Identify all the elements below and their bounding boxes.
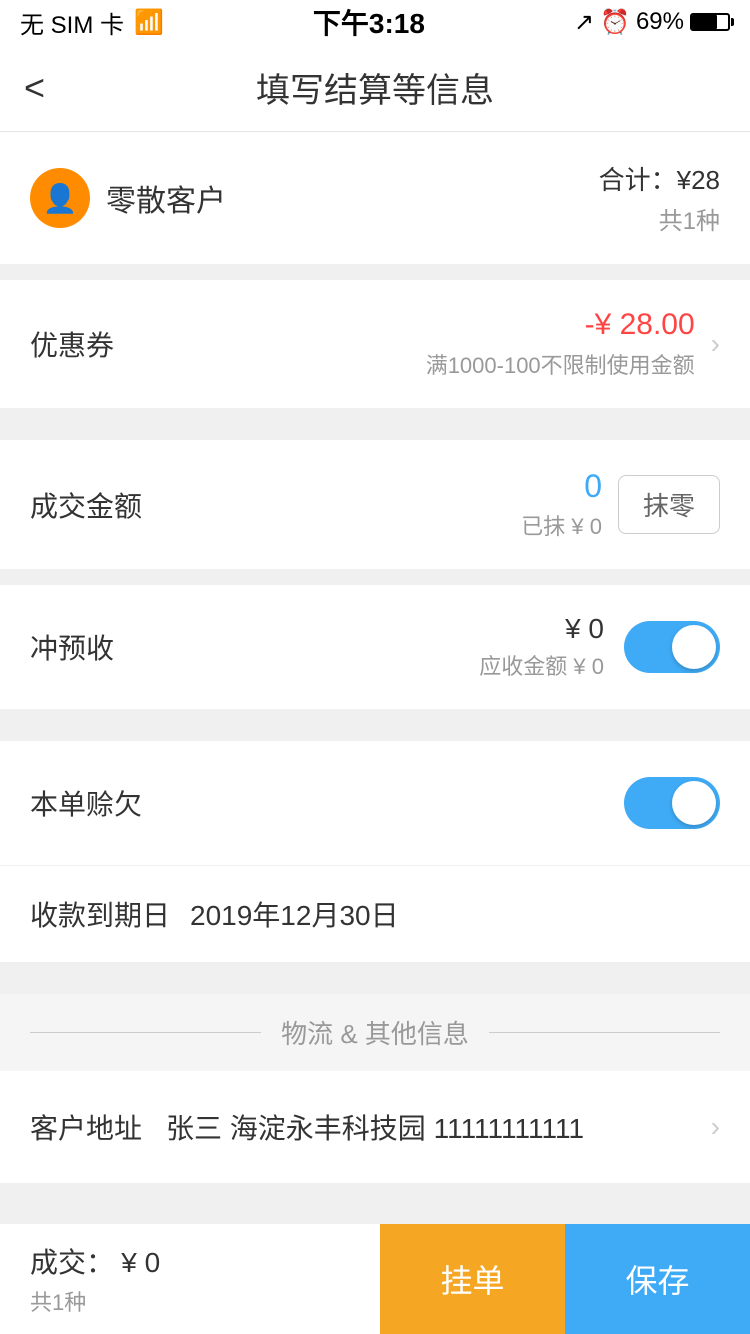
trade-amount-label: 成交金额 [30, 485, 142, 525]
header-line-left [30, 1032, 261, 1033]
bottom-bar: 成交： ¥ 0 共1种 挂单 保存 [0, 1224, 750, 1334]
location-icon: ↗ [574, 8, 594, 37]
customer-section: 👤 零散客户 合计：¥28 共1种 [0, 132, 750, 264]
pre-collect-sub: 应收金额 ¥ 0 [479, 649, 604, 681]
due-date-value: 2019年12月30日 [190, 894, 399, 934]
coupon-right: -¥ 28.00 满1000-100不限制使用金额 › [426, 308, 720, 380]
trade-amount-sub: 已抹 ¥ 0 [521, 509, 602, 541]
customer-name: 零散客户 [106, 176, 226, 220]
back-button[interactable]: < [24, 67, 45, 109]
address-value: 张三 海淀永丰科技园 11111111111 [166, 1107, 711, 1147]
alarm-icon: ⏰ [600, 8, 630, 37]
pre-collect-label: 冲预收 [30, 627, 114, 667]
bottom-trade-text: 成交： [30, 1247, 114, 1278]
divider-1 [0, 424, 750, 440]
debt-toggle[interactable] [624, 777, 720, 829]
pre-collect-amount: ¥ 0 [479, 613, 604, 645]
hang-button[interactable]: 挂单 [380, 1224, 565, 1334]
address-label: 客户地址 [30, 1107, 142, 1147]
coupon-label: 优惠券 [30, 324, 114, 364]
trade-amount-section: 成交金额 0 已抹 ¥ 0 抹零 [0, 440, 750, 569]
signal-text: 无 SIM 卡 [20, 5, 124, 40]
logistics-header-text: 物流 & 其他信息 [281, 1014, 469, 1051]
coupon-amount: -¥ 28.00 [426, 308, 695, 342]
save-button[interactable]: 保存 [565, 1224, 750, 1334]
status-time: 下午3:18 [313, 2, 425, 42]
debt-label: 本单赊欠 [30, 783, 142, 823]
coupon-row[interactable]: 优惠券 -¥ 28.00 满1000-100不限制使用金额 › [0, 280, 750, 408]
divider-3 [0, 978, 750, 994]
round-zero-button[interactable]: 抹零 [618, 475, 720, 534]
address-chevron-icon: › [711, 1111, 720, 1143]
avatar: 👤 [30, 168, 90, 228]
nav-bar: < 填写结算等信息 [0, 44, 750, 132]
due-date-label: 收款到期日 [30, 894, 170, 934]
due-date-row: 收款到期日 2019年12月30日 [0, 866, 750, 962]
status-right: ↗ ⏰ 69% [574, 8, 730, 37]
debt-section: 本单赊欠 收款到期日 2019年12月30日 [0, 741, 750, 962]
address-section: 客户地址 张三 海淀永丰科技园 11111111111 › [0, 1071, 750, 1183]
customer-total: 合计：¥28 共1种 [599, 160, 720, 236]
total-count: 共1种 [599, 201, 720, 236]
status-left: 无 SIM 卡 📶 [20, 5, 164, 40]
total-amount: 合计：¥28 [599, 160, 720, 197]
bottom-trade-value: ¥ 0 [121, 1247, 160, 1278]
coupon-chevron-icon: › [711, 328, 720, 360]
page-title: 填写结算等信息 [256, 63, 494, 112]
coupon-discount-block: -¥ 28.00 满1000-100不限制使用金额 [426, 308, 695, 380]
content: 👤 零散客户 合计：¥28 共1种 优惠券 -¥ 28.00 满1000-100… [0, 132, 750, 1319]
avatar-icon: 👤 [43, 182, 78, 215]
trade-amount-value: 0 [521, 468, 602, 505]
debt-toggle-knob [672, 781, 716, 825]
toggle-knob [672, 625, 716, 669]
divider-2 [0, 725, 750, 741]
bottom-count: 共1种 [30, 1285, 350, 1317]
trade-amount-block: 0 已抹 ¥ 0 [521, 468, 602, 541]
pre-collect-right: ¥ 0 应收金额 ¥ 0 [479, 613, 720, 681]
customer-info: 👤 零散客户 [30, 168, 226, 228]
address-row[interactable]: 客户地址 张三 海淀永丰科技园 11111111111 › [0, 1071, 750, 1183]
coupon-section: 优惠券 -¥ 28.00 满1000-100不限制使用金额 › [0, 280, 750, 408]
pre-collect-toggle[interactable] [624, 621, 720, 673]
logistics-header: 物流 & 其他信息 [0, 994, 750, 1071]
wifi-icon: 📶 [134, 8, 164, 37]
pre-collect-row: 冲预收 ¥ 0 应收金额 ¥ 0 [0, 585, 750, 709]
status-bar: 无 SIM 卡 📶 下午3:18 ↗ ⏰ 69% [0, 0, 750, 44]
pre-collect-section: 冲预收 ¥ 0 应收金额 ¥ 0 [0, 585, 750, 709]
bottom-trade-label: 成交： ¥ 0 [30, 1241, 350, 1281]
battery-icon [690, 13, 730, 31]
customer-row: 👤 零散客户 合计：¥28 共1种 [0, 132, 750, 264]
coupon-description: 满1000-100不限制使用金额 [426, 348, 695, 380]
trade-amount-right: 0 已抹 ¥ 0 抹零 [521, 468, 720, 541]
trade-amount-row: 成交金额 0 已抹 ¥ 0 抹零 [0, 440, 750, 569]
debt-row: 本单赊欠 [0, 741, 750, 865]
pre-collect-amounts: ¥ 0 应收金额 ¥ 0 [479, 613, 604, 681]
battery-text: 69% [636, 8, 684, 36]
header-line-right [489, 1032, 720, 1033]
bottom-info: 成交： ¥ 0 共1种 [0, 1241, 380, 1317]
